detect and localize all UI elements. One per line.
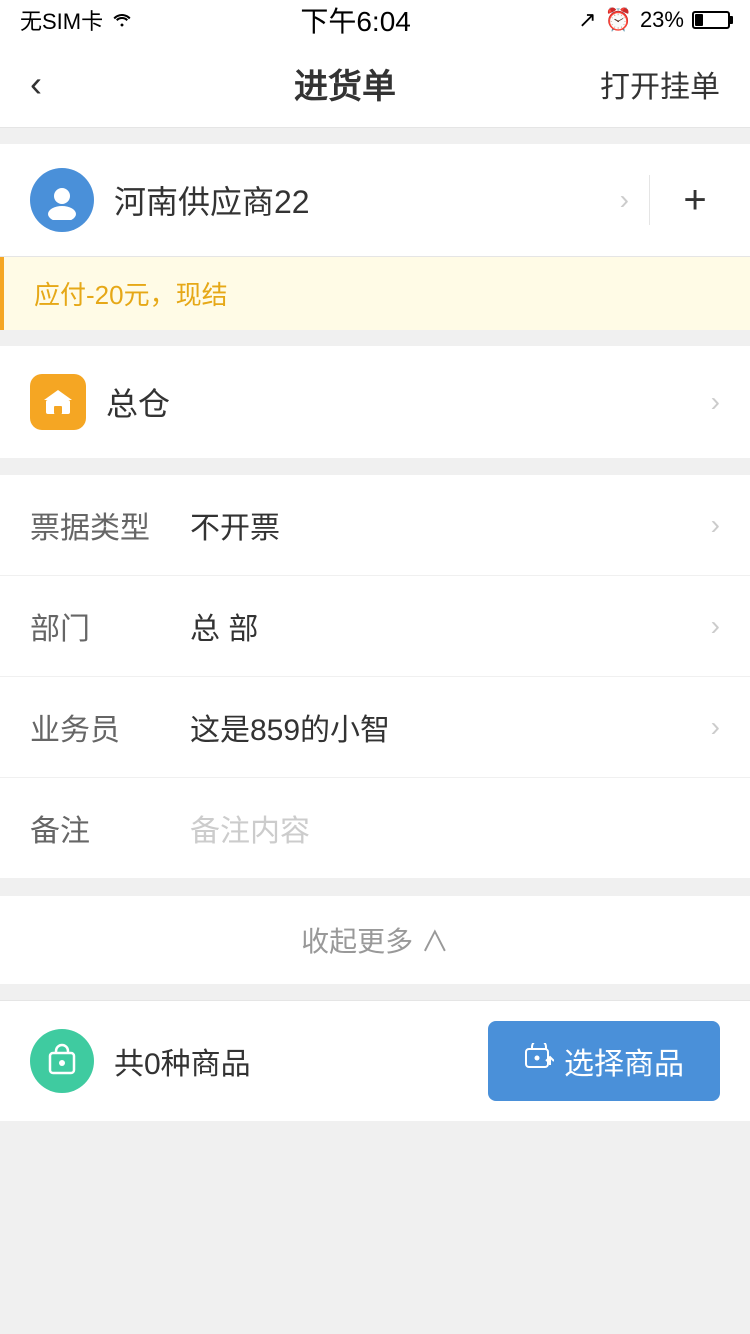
salesperson-row[interactable]: 业务员 这是859的小智 › bbox=[0, 677, 750, 778]
status-left: 无SIM卡 bbox=[20, 4, 133, 36]
add-supplier-button[interactable]: + bbox=[670, 178, 720, 223]
department-chevron-icon: › bbox=[711, 610, 720, 642]
select-product-button[interactable]: 选择商品 bbox=[488, 1021, 720, 1101]
salesperson-label: 业务员 bbox=[30, 705, 170, 749]
status-bar: 无SIM卡 下午6:04 ↗ ⏰ 23% bbox=[0, 0, 750, 40]
battery-icon bbox=[692, 11, 730, 29]
remark-label: 备注 bbox=[30, 806, 170, 850]
open-pending-button[interactable]: 打开挂单 bbox=[600, 62, 720, 106]
product-icon bbox=[30, 1029, 94, 1093]
alarm-icon: ⏰ bbox=[605, 7, 632, 33]
supplier-name: 河南供应商22 bbox=[114, 177, 610, 223]
battery-percent: 23% bbox=[640, 7, 684, 33]
department-value: 总 部 bbox=[190, 604, 701, 648]
supplier-row[interactable]: 河南供应商22 › + bbox=[0, 144, 750, 257]
warehouse-card: 总仓 › bbox=[0, 346, 750, 459]
invoice-type-label: 票据类型 bbox=[30, 503, 170, 547]
invoice-type-row[interactable]: 票据类型 不开票 › bbox=[0, 475, 750, 576]
form-card: 票据类型 不开票 › 部门 总 部 › 业务员 这是859的小智 › 备注 备注… bbox=[0, 475, 750, 879]
product-count: 共0种商品 bbox=[114, 1039, 488, 1083]
select-product-label: 选择商品 bbox=[564, 1039, 684, 1083]
warehouse-icon bbox=[30, 374, 86, 430]
nav-bar: ‹ 进货单 打开挂单 bbox=[0, 40, 750, 128]
main-content: 河南供应商22 › + 应付-20元，现结 总仓 › 票据类型 bbox=[0, 144, 750, 1121]
carrier-label: 无SIM卡 bbox=[20, 4, 103, 36]
invoice-type-value: 不开票 bbox=[190, 503, 701, 547]
location-icon: ↗ bbox=[578, 7, 596, 33]
back-button[interactable]: ‹ bbox=[30, 63, 90, 105]
invoice-type-chevron-icon: › bbox=[711, 509, 720, 541]
supplier-divider bbox=[649, 175, 650, 225]
supplier-avatar bbox=[30, 168, 94, 232]
department-row[interactable]: 部门 总 部 › bbox=[0, 576, 750, 677]
salesperson-value: 这是859的小智 bbox=[190, 705, 701, 749]
page-title: 进货单 bbox=[294, 59, 396, 108]
notice-text: 应付-20元，现结 bbox=[34, 280, 228, 310]
department-label: 部门 bbox=[30, 604, 170, 648]
collapse-label: 收起更多 ∧ bbox=[301, 926, 449, 957]
footer-bar: 共0种商品 选择商品 bbox=[0, 1000, 750, 1121]
warehouse-name: 总仓 bbox=[106, 379, 701, 425]
notice-bar: 应付-20元，现结 bbox=[0, 257, 750, 330]
status-time: 下午6:04 bbox=[300, 0, 411, 40]
supplier-card: 河南供应商22 › + 应付-20元，现结 bbox=[0, 144, 750, 330]
warehouse-row[interactable]: 总仓 › bbox=[0, 346, 750, 459]
select-product-icon bbox=[524, 1043, 554, 1080]
status-right: ↗ ⏰ 23% bbox=[578, 7, 730, 33]
warehouse-chevron-icon: › bbox=[711, 386, 720, 418]
supplier-chevron-icon: › bbox=[620, 184, 629, 216]
remark-input[interactable]: 备注内容 bbox=[190, 806, 720, 850]
remark-row[interactable]: 备注 备注内容 bbox=[0, 778, 750, 879]
collapse-row[interactable]: 收起更多 ∧ bbox=[0, 895, 750, 984]
wifi-icon bbox=[111, 7, 133, 33]
salesperson-chevron-icon: › bbox=[711, 711, 720, 743]
